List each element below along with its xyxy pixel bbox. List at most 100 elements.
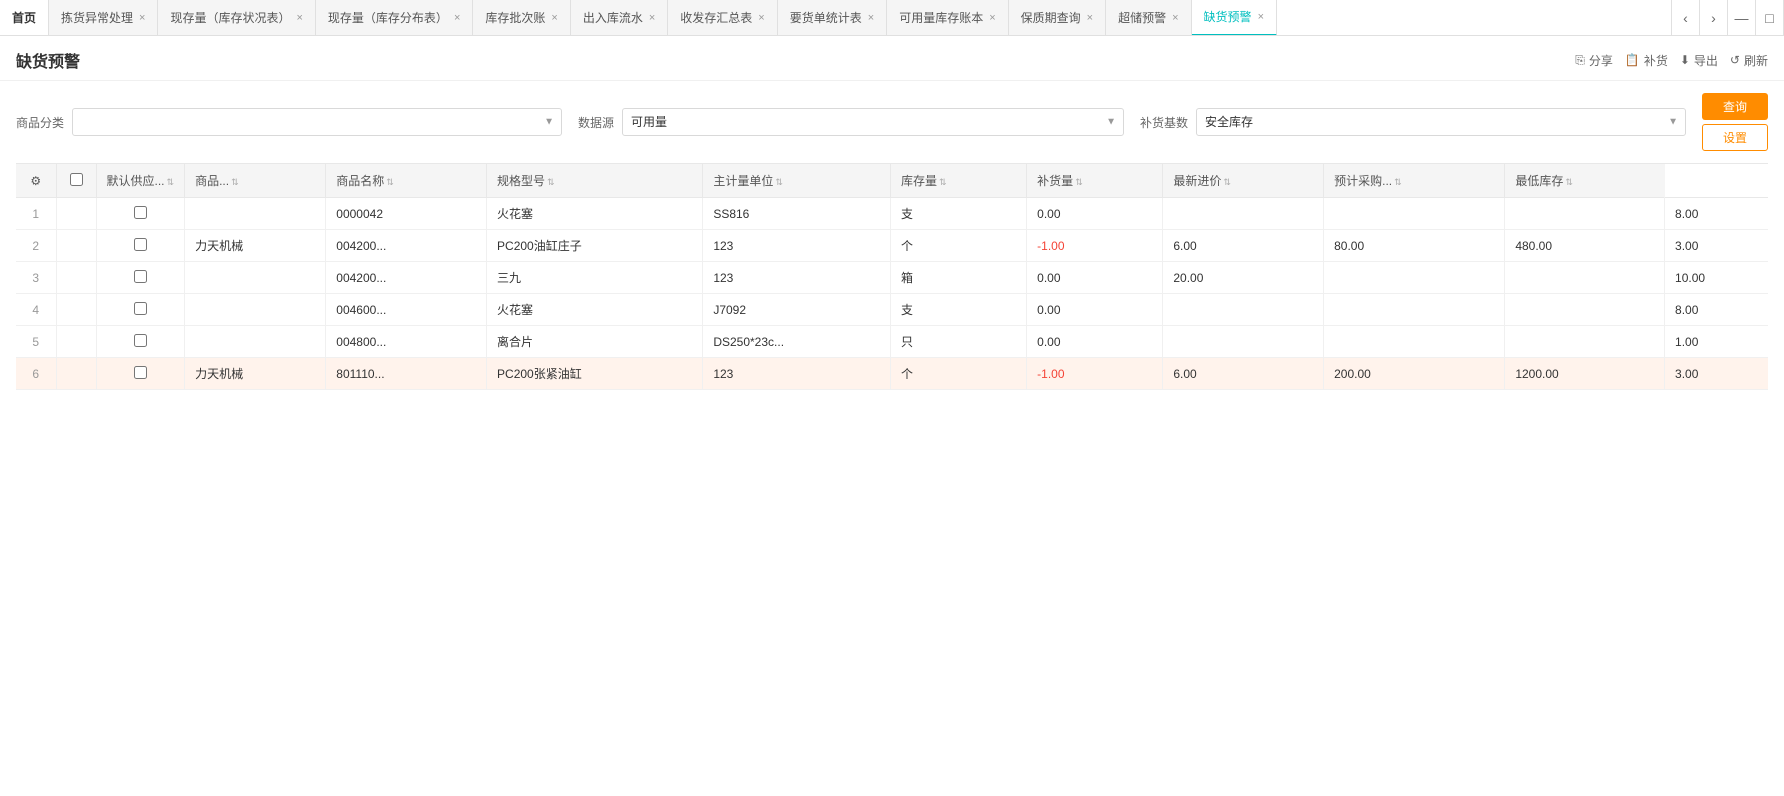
- row-settings-5: [56, 326, 96, 358]
- replenish-select[interactable]: 安全库存: [1196, 108, 1686, 136]
- tab-label-0: 首页: [12, 9, 36, 26]
- tab-item-4[interactable]: 库存批次账 ×: [473, 0, 570, 36]
- row-stock-3: 0.00: [1027, 262, 1163, 294]
- row-index-3: 3: [16, 262, 56, 294]
- row-name-6: PC200张紧油缸: [487, 358, 703, 390]
- row-replenish-3: 20.00: [1163, 262, 1324, 294]
- row-replenish-6: 6.00: [1163, 358, 1324, 390]
- row-settings-6: [56, 358, 96, 390]
- row-min-stock-2: 3.00: [1665, 230, 1768, 262]
- row-latest-price-3: [1324, 262, 1505, 294]
- tab-item-9[interactable]: 保质期查询×: [1009, 0, 1106, 36]
- row-latest-price-2: 80.00: [1324, 230, 1505, 262]
- export-button[interactable]: ⬇ 导出: [1680, 52, 1718, 69]
- tab-close-4[interactable]: ×: [551, 12, 557, 24]
- tab-label-6: 收发存汇总表: [680, 9, 752, 26]
- filter-bar: 商品分类 ▼ 数据源 可用量 ▼ 补货基数 安全库存: [0, 81, 1784, 163]
- tab-item-1[interactable]: 拣货异常处理 ×: [49, 0, 158, 36]
- replenish-button[interactable]: 📋 补货: [1625, 52, 1668, 69]
- tab-close-9[interactable]: ×: [1087, 12, 1093, 24]
- refresh-icon: ↺: [1730, 53, 1740, 67]
- row-supplier-1: [185, 198, 326, 230]
- settings-button[interactable]: 设置: [1702, 124, 1768, 151]
- row-stock-2: -1.00: [1027, 230, 1163, 262]
- row-supplier-4: [185, 294, 326, 326]
- category-select[interactable]: [72, 108, 562, 136]
- tab-close-1[interactable]: ×: [139, 12, 145, 24]
- row-name-3: 三九: [487, 262, 703, 294]
- row-check-1: [96, 198, 185, 230]
- row-checkbox-2[interactable]: [134, 238, 147, 251]
- tab-close-10[interactable]: ×: [1172, 12, 1178, 24]
- row-unit-6: 个: [890, 358, 1026, 390]
- th-replenish: 补货量⇅: [1027, 164, 1163, 198]
- tab-item-10[interactable]: 超储预警×: [1106, 0, 1191, 36]
- row-checkbox-3[interactable]: [134, 270, 147, 283]
- row-latest-price-5: [1324, 326, 1505, 358]
- tab-next-btn[interactable]: ›: [1700, 0, 1728, 36]
- row-settings-4: [56, 294, 96, 326]
- row-stock-1: 0.00: [1027, 198, 1163, 230]
- tab-close-6[interactable]: ×: [758, 12, 764, 24]
- datasource-select-wrap: 可用量 ▼: [622, 108, 1124, 136]
- tab-close-11[interactable]: ×: [1258, 11, 1264, 23]
- tab-close-3[interactable]: ×: [454, 12, 460, 24]
- row-checkbox-5[interactable]: [134, 334, 147, 347]
- row-name-5: 离合片: [487, 326, 703, 358]
- tab-label-1: 拣货异常处理: [61, 9, 133, 26]
- row-index-1: 1: [16, 198, 56, 230]
- tab-item-6[interactable]: 收发存汇总表 ×: [668, 0, 777, 36]
- select-all-checkbox[interactable]: [70, 173, 83, 186]
- table-row: 2 力天机械 004200... PC200油缸庄子 123 个 -1.00 6…: [16, 230, 1768, 262]
- row-index-6: 6: [16, 358, 56, 390]
- datasource-select[interactable]: 可用量: [622, 108, 1124, 136]
- row-checkbox-1[interactable]: [134, 206, 147, 219]
- row-index-4: 4: [16, 294, 56, 326]
- row-min-stock-5: 1.00: [1665, 326, 1768, 358]
- row-settings-3: [56, 262, 96, 294]
- settings-col-icon[interactable]: ⚙: [30, 174, 41, 188]
- table-row: 1 0000042 火花塞 SS816 支 0.00 8.00: [16, 198, 1768, 230]
- tab-prev-btn[interactable]: ‹: [1672, 0, 1700, 36]
- tab-item-2[interactable]: 现存量（库存状况表）×: [158, 0, 315, 36]
- data-table: ⚙ 默认供应...⇅ 商品...⇅ 商品名称⇅ 规格型号⇅: [16, 163, 1768, 390]
- tab-item-5[interactable]: 出入库流水 ×: [571, 0, 668, 36]
- sort-est-icon: ⇅: [1394, 177, 1402, 187]
- row-code-4: 004600...: [326, 294, 487, 326]
- table-header: ⚙ 默认供应...⇅ 商品...⇅ 商品名称⇅ 规格型号⇅: [16, 164, 1768, 198]
- row-supplier-3: [185, 262, 326, 294]
- row-est-purchase-4: [1505, 294, 1665, 326]
- tab-minimize-btn[interactable]: —: [1728, 0, 1756, 36]
- tab-label-5: 出入库流水: [583, 9, 643, 26]
- row-est-purchase-2: 480.00: [1505, 230, 1665, 262]
- tab-close-2[interactable]: ×: [296, 12, 302, 24]
- row-est-purchase-3: [1505, 262, 1665, 294]
- tab-item-0[interactable]: 首页: [0, 0, 49, 36]
- row-check-2: [96, 230, 185, 262]
- tab-maximize-btn[interactable]: □: [1756, 0, 1784, 36]
- tab-close-5[interactable]: ×: [649, 12, 655, 24]
- tab-label-4: 库存批次账: [485, 9, 545, 26]
- row-supplier-6: 力天机械: [185, 358, 326, 390]
- tab-item-11[interactable]: 缺货预警×: [1192, 0, 1277, 36]
- refresh-button[interactable]: ↺ 刷新: [1730, 52, 1768, 69]
- sort-replenish-icon: ⇅: [1075, 177, 1083, 187]
- row-checkbox-6[interactable]: [134, 366, 147, 379]
- row-spec-3: 123: [703, 262, 891, 294]
- share-button[interactable]: ⎘ 分享: [1575, 52, 1613, 69]
- row-spec-4: J7092: [703, 294, 891, 326]
- query-button[interactable]: 查询: [1702, 93, 1768, 120]
- tab-item-8[interactable]: 可用量库存账本×: [887, 0, 1008, 36]
- sort-spec-icon: ⇅: [547, 177, 555, 187]
- tab-item-3[interactable]: 现存量（库存分布表）×: [316, 0, 473, 36]
- th-name: 商品名称⇅: [326, 164, 487, 198]
- row-replenish-2: 6.00: [1163, 230, 1324, 262]
- tab-close-8[interactable]: ×: [989, 12, 995, 24]
- row-name-4: 火花塞: [487, 294, 703, 326]
- tab-item-7[interactable]: 要货单统计表×: [778, 0, 887, 36]
- row-checkbox-4[interactable]: [134, 302, 147, 315]
- row-check-3: [96, 262, 185, 294]
- row-supplier-5: [185, 326, 326, 358]
- sort-code-icon: ⇅: [231, 177, 239, 187]
- tab-close-7[interactable]: ×: [868, 12, 874, 24]
